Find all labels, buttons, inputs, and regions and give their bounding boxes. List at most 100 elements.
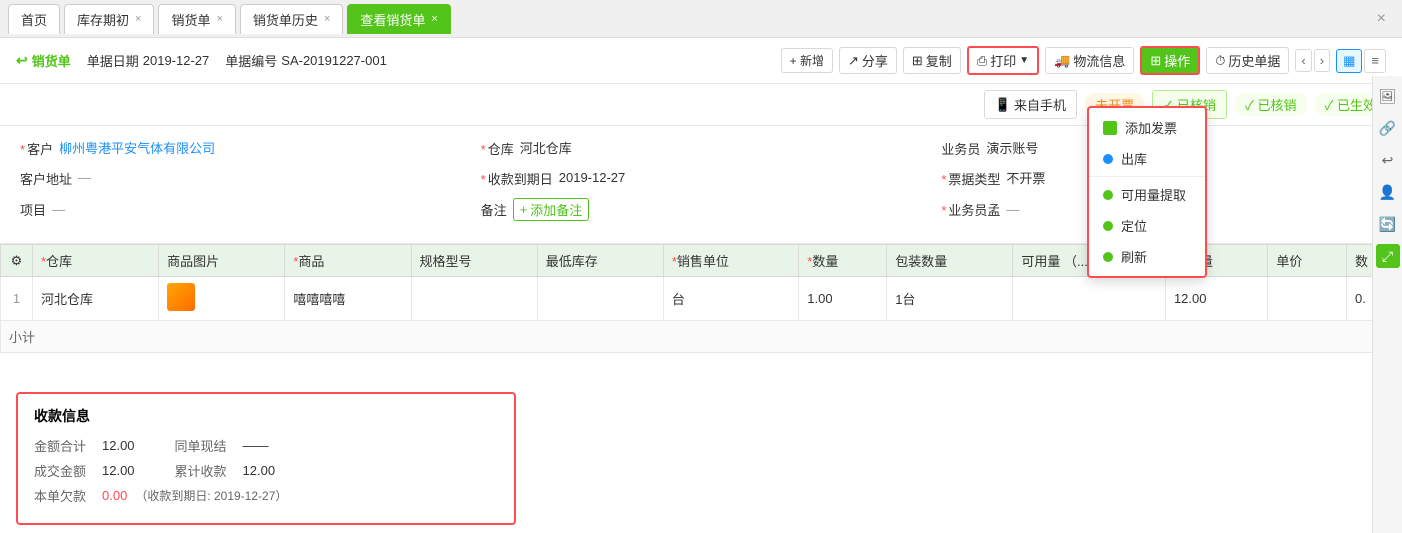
project-field: 项目 — (20, 200, 461, 219)
add-invoice-item[interactable]: 添加发票 (1089, 112, 1205, 143)
print-button[interactable]: ⎙ 打印 ▼ (967, 46, 1039, 75)
new-button[interactable]: + 新增 (781, 48, 833, 73)
ticket-label: 票据类型 (941, 169, 1000, 188)
amount-total-label: 金额合计 (34, 436, 94, 455)
warehouse-value: 河北仓库 (520, 138, 572, 158)
cell-num: 1 (1, 277, 33, 321)
available-icon (1103, 190, 1113, 200)
th-product: *商品 (285, 245, 411, 277)
tab-sales-close[interactable]: × (216, 13, 222, 25)
th-min-stock: 最低库存 (537, 245, 663, 277)
warehouse-label: 仓库 (481, 139, 514, 158)
doc-title: ↩ 销货单 (16, 51, 71, 70)
tab-sales[interactable]: 销货单 × (158, 4, 235, 34)
cell-available (1013, 277, 1166, 321)
phone-icon: 📱 (995, 97, 1011, 113)
address-value: — (78, 170, 91, 186)
next-button[interactable]: › (1314, 49, 1330, 72)
print-icon: ⎙ (977, 53, 987, 69)
add-invoice-label: 添加发票 (1125, 118, 1177, 137)
tab-inventory[interactable]: 库存期初 × (64, 4, 154, 34)
payment-title: 收款信息 (34, 406, 498, 426)
grid-view-button[interactable]: ▦ (1336, 49, 1362, 73)
locate-item[interactable]: 定位 (1089, 210, 1205, 241)
ticket-value: 不开票 (1006, 168, 1045, 188)
project-label: 项目 (20, 200, 46, 219)
view-toggle: ▦ ≡ (1336, 49, 1386, 73)
address-label: 客户地址 (20, 169, 72, 188)
operate-icon: ⊞ (1150, 53, 1161, 69)
deal-amount-item: 成交金额 12.00 (34, 461, 135, 480)
deal-amount-value: 12.00 (102, 463, 135, 478)
doc-date-value: 2019-12-27 (143, 53, 210, 68)
sidebar-expand-icon[interactable]: ⤢ (1376, 244, 1400, 268)
same-settle-label: 同单现结 (175, 436, 235, 455)
available-extract-label: 可用量提取 (1121, 185, 1186, 204)
available-extract-item[interactable]: 可用量提取 (1089, 179, 1205, 210)
outbound-label: 出库 (1121, 149, 1147, 168)
from-phone-label: 来自手机 (1014, 95, 1066, 114)
tab-history[interactable]: 销货单历史 × (240, 4, 343, 34)
tab-home[interactable]: 首页 (8, 4, 60, 34)
staff-label: 业务员 (941, 139, 980, 158)
payment-container: 收款信息 金额合计 12.00 同单现结 —— 成交金额 12.00 (0, 380, 1402, 533)
salesperson-label: 业务员孟 (941, 200, 1000, 219)
tab-view-sales[interactable]: 查看销货单 × (347, 4, 450, 34)
tab-inventory-close[interactable]: × (135, 13, 141, 25)
invoice-icon (1103, 121, 1117, 135)
payment-due-label: 收款到期日 (481, 169, 553, 188)
checked-badge: ✓ 已核销 (1235, 93, 1307, 116)
sidebar-user-icon[interactable]: 👤 (1376, 180, 1400, 204)
payment-row-1: 金额合计 12.00 同单现结 —— (34, 436, 498, 455)
table-row: 1 河北仓库 嘻嘻嘻嘻 台 1.00 1台 12.00 (1, 277, 1402, 321)
sidebar-sync-icon[interactable]: 🔄 (1376, 212, 1400, 236)
doc-date-label: 单据日期 (87, 51, 139, 70)
prev-button[interactable]: ‹ (1295, 49, 1311, 72)
tab-history-close[interactable]: × (324, 13, 330, 25)
copy-label: 复制 (926, 51, 952, 70)
amount-total-value: 12.00 (102, 438, 135, 453)
window-close-button[interactable]: × (1369, 10, 1394, 28)
logistics-icon: 🚚 (1054, 53, 1070, 69)
cumulative-value: 12.00 (243, 463, 276, 478)
sidebar-image-icon[interactable]: 🖼 (1376, 84, 1400, 108)
payment-row-2: 成交金额 12.00 累计收款 12.00 (34, 461, 498, 480)
outbound-item[interactable]: 出库 (1089, 143, 1205, 174)
cell-spec (411, 277, 537, 321)
doc-date-item: 单据日期 2019-12-27 (87, 51, 210, 70)
tab-sales-label: 销货单 (171, 10, 210, 29)
sidebar-return-icon[interactable]: ↩ (1376, 148, 1400, 172)
from-phone-button[interactable]: 📱 来自手机 (984, 90, 1077, 119)
doc-actions: + 新增 ↗ 分享 ⊞ 复制 ⎙ 打印 ▼ 🚚 物流信息 (781, 46, 1386, 75)
history-button[interactable]: ⏱ 历史单据 (1206, 47, 1289, 74)
refresh-item[interactable]: 刷新 (1089, 241, 1205, 272)
due-hint: （收款到期日: 2019-12-27） (135, 487, 287, 504)
sidebar-link-icon[interactable]: 🔗 (1376, 116, 1400, 140)
payment-due-field: 收款到期日 2019-12-27 (481, 169, 922, 188)
doc-no-label: 单据编号 (225, 51, 277, 70)
locate-icon (1103, 221, 1113, 231)
customer-field: 客户 柳州粤港平安气体有限公司 (20, 138, 461, 158)
add-note-button[interactable]: + 添加备注 (513, 198, 590, 221)
project-value: — (52, 202, 65, 218)
payment-section: 收款信息 金额合计 12.00 同单现结 —— 成交金额 12.00 (16, 392, 516, 525)
deal-amount-label: 成交金额 (34, 461, 94, 480)
menu-divider-1 (1089, 176, 1205, 177)
due-amount-item: 本单欠款 0.00 （收款到期日: 2019-12-27） (34, 486, 287, 505)
main-content: ↩ 销货单 单据日期 2019-12-27 单据编号 SA-20191227-0… (0, 38, 1402, 533)
share-button[interactable]: ↗ 分享 (839, 47, 897, 74)
product-image (167, 283, 195, 311)
logistics-button[interactable]: 🚚 物流信息 (1045, 47, 1134, 74)
doc-type-label: 销货单 (32, 51, 71, 70)
doc-header: ↩ 销货单 单据日期 2019-12-27 单据编号 SA-20191227-0… (0, 38, 1402, 84)
th-gear[interactable]: ⚙ (1, 245, 33, 277)
th-unit: *销售单位 (663, 245, 798, 277)
operate-button[interactable]: ⊞ 操作 (1140, 46, 1200, 75)
copy-button[interactable]: ⊞ 复制 (903, 47, 961, 74)
tab-view-sales-close[interactable]: × (431, 13, 437, 25)
list-view-button[interactable]: ≡ (1364, 49, 1386, 73)
tab-home-label: 首页 (21, 10, 47, 29)
note-label: 备注 (481, 200, 507, 219)
payment-due-value: 2019-12-27 (559, 170, 626, 186)
customer-value[interactable]: 柳州粤港平安气体有限公司 (59, 138, 215, 158)
